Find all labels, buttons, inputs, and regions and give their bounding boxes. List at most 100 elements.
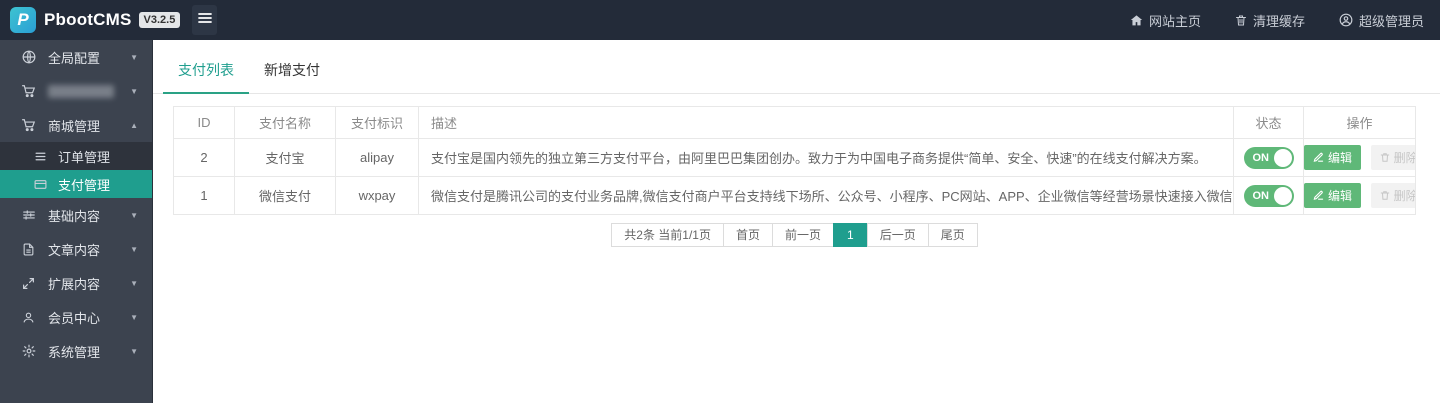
user-icon [22, 311, 37, 324]
chevron-down-icon: ▼ [130, 278, 138, 288]
sidebar-item-label: 会员中心 [48, 310, 101, 326]
chevron-down-icon: ▼ [130, 312, 138, 322]
sidebar-item-payment-management[interactable]: 支付管理 [0, 170, 152, 198]
list-icon [34, 150, 48, 163]
sidebar-item-mall-management[interactable]: 商城管理 ▲ [0, 108, 152, 142]
toggle-on-label: ON [1252, 189, 1270, 202]
trash-icon [1235, 14, 1247, 27]
edit-button[interactable]: 编辑 [1304, 183, 1362, 208]
chevron-down-icon: ▼ [130, 244, 138, 254]
pbootcms-logo-icon: P [10, 7, 36, 33]
status-toggle[interactable]: ON [1243, 146, 1294, 169]
globe-icon [22, 50, 37, 64]
toggle-on-label: ON [1252, 151, 1270, 164]
sidebar-item-system-management[interactable]: 系统管理 ▼ [0, 334, 152, 368]
edit-button-label: 编辑 [1328, 189, 1353, 203]
cell-description: 微信支付是腾讯公司的支付业务品牌,微信支付商户平台支持线下场所、公众号、小程序、… [418, 176, 1234, 215]
sidebar-item-label: 系统管理 [48, 344, 101, 360]
site-home-label: 网站主页 [1148, 13, 1201, 29]
cell-code: wxpay [335, 176, 419, 215]
delete-icon [1380, 152, 1390, 163]
chevron-down-icon: ▼ [130, 86, 138, 96]
edit-icon [1313, 152, 1324, 163]
sidebar-item-basic-content[interactable]: 基础内容 ▼ [0, 198, 152, 232]
cell-description: 支付宝是国内领先的独立第三方支付平台，由阿里巴巴集团创办。致力于为中国电子商务提… [418, 138, 1234, 177]
chevron-down-icon: ▼ [130, 52, 138, 62]
cell-status: ON [1233, 138, 1304, 177]
cell-operations: 编辑 删除 [1303, 138, 1416, 177]
edit-button-label: 编辑 [1328, 151, 1353, 165]
col-header-description: 描述 [418, 106, 1234, 139]
table-header-row: ID 支付名称 支付标识 描述 状态 操作 [173, 106, 1416, 139]
admin-user-link[interactable]: 超级管理员 [1339, 11, 1424, 30]
delete-button[interactable]: 删除 [1370, 183, 1416, 208]
user-circle-icon [1339, 13, 1353, 27]
cell-status: ON [1233, 176, 1304, 215]
home-icon [1130, 14, 1143, 27]
tab-add-payment[interactable]: 新增支付 [249, 48, 335, 94]
delete-button-label: 删除 [1393, 151, 1416, 165]
pagination: 共2条 当前1/1页 首页 前一页 1 后一页 尾页 [173, 223, 1416, 247]
pagination-prev-button[interactable]: 前一页 [771, 223, 834, 247]
col-header-operations: 操作 [1303, 106, 1416, 139]
file-icon [22, 243, 37, 256]
sidebar-item-member-center[interactable]: 会员中心 ▼ [0, 300, 152, 334]
pagination-first-button[interactable]: 首页 [722, 223, 773, 247]
sidebar-item-label: 文章内容 [48, 242, 101, 258]
cell-name: 微信支付 [234, 176, 336, 215]
chevron-down-icon: ▼ [130, 346, 138, 356]
pagination-summary: 共2条 当前1/1页 [611, 223, 724, 247]
sidebar: 全局配置 ▼ ▼ 商城管理 ▲ 订单管理 支付管理 基础内容 ▼ 文章内容 ▼ … [0, 40, 153, 403]
status-toggle[interactable]: ON [1243, 184, 1294, 207]
sidebar-item-redacted[interactable]: ▼ [0, 74, 152, 108]
sidebar-item-article-content[interactable]: 文章内容 ▼ [0, 232, 152, 266]
hamburger-icon [197, 10, 213, 31]
sidebar-item-global-config[interactable]: 全局配置 ▼ [0, 40, 152, 74]
clear-cache-label: 清理缓存 [1252, 13, 1305, 29]
col-header-name: 支付名称 [234, 106, 336, 139]
toggle-knob-icon [1273, 186, 1292, 205]
pagination-last-button[interactable]: 尾页 [927, 223, 978, 247]
top-bar: P PbootCMS V3.2.5 网站主页 清理缓存 超级管理员 [0, 0, 1440, 40]
sidebar-item-label: 全局配置 [48, 50, 101, 66]
cell-name: 支付宝 [234, 138, 336, 177]
cell-id: 2 [173, 138, 235, 177]
sidebar-item-extended-content[interactable]: 扩展内容 ▼ [0, 266, 152, 300]
sidebar-item-order-management[interactable]: 订单管理 [0, 142, 152, 170]
sidebar-item-label-redacted [48, 84, 114, 98]
pagination-next-button[interactable]: 后一页 [866, 223, 929, 247]
sidebar-item-label: 基础内容 [48, 208, 101, 224]
cart-icon [22, 118, 37, 132]
cell-code: alipay [335, 138, 419, 177]
brand: P PbootCMS V3.2.5 [0, 7, 181, 33]
chevron-up-icon: ▲ [130, 120, 138, 130]
site-home-link[interactable]: 网站主页 [1130, 11, 1201, 30]
sliders-icon [22, 208, 37, 222]
sidebar-item-label: 商城管理 [48, 118, 101, 134]
edit-icon [1313, 190, 1324, 201]
tab-bar: 支付列表 新增支付 [153, 40, 1440, 94]
cell-id: 1 [173, 176, 235, 215]
cart-icon [22, 84, 37, 98]
sidebar-item-label: 支付管理 [58, 177, 111, 193]
admin-user-label: 超级管理员 [1358, 13, 1424, 29]
tab-payment-list[interactable]: 支付列表 [163, 48, 249, 94]
delete-button-label: 删除 [1393, 189, 1416, 203]
edit-button[interactable]: 编辑 [1304, 145, 1362, 170]
gear-icon [22, 344, 37, 358]
cell-operations: 编辑 删除 [1303, 176, 1416, 215]
chevron-down-icon: ▼ [130, 210, 138, 220]
col-header-status: 状态 [1233, 106, 1304, 139]
main-content: 支付列表 新增支付 ID 支付名称 支付标识 描述 状态 操作 2 支付宝 al… [153, 40, 1440, 403]
clear-cache-link[interactable]: 清理缓存 [1235, 11, 1305, 30]
table-row: 2 支付宝 alipay 支付宝是国内领先的独立第三方支付平台，由阿里巴巴集团创… [173, 138, 1416, 177]
expand-icon [22, 277, 37, 290]
toggle-knob-icon [1273, 148, 1292, 167]
delete-icon [1380, 190, 1390, 201]
delete-button[interactable]: 删除 [1370, 145, 1416, 170]
table-row: 1 微信支付 wxpay 微信支付是腾讯公司的支付业务品牌,微信支付商户平台支持… [173, 176, 1416, 215]
col-header-id: ID [173, 106, 235, 139]
pagination-page-1-button[interactable]: 1 [833, 223, 868, 247]
sidebar-item-label: 扩展内容 [48, 276, 101, 292]
menu-toggle-button[interactable] [192, 5, 218, 35]
